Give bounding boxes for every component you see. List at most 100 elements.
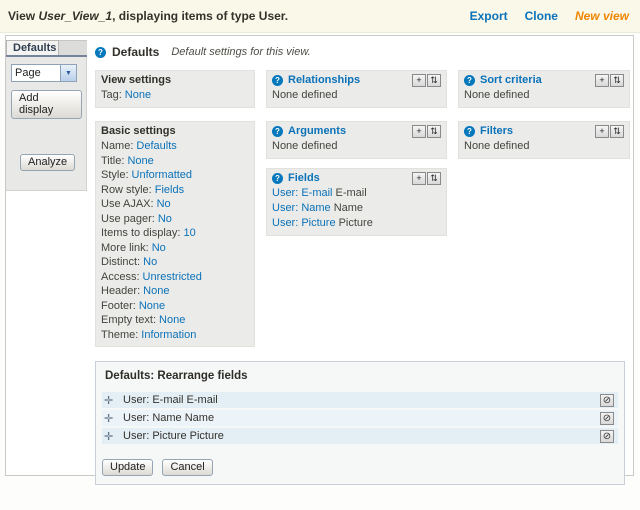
setting-label: Empty text: bbox=[101, 314, 157, 326]
field-link[interactable]: User: Name bbox=[272, 202, 331, 214]
add-display-button[interactable]: Add display bbox=[11, 90, 82, 119]
setting-label: Footer: bbox=[101, 299, 136, 312]
setting-value-link[interactable]: No bbox=[143, 256, 157, 268]
defaults-heading-row: ? Defaults Default settings for this vie… bbox=[95, 45, 625, 59]
fields-box: ? Fields + ⇅ User: E-mail E-mail User: Na… bbox=[266, 168, 447, 236]
rearrange-row-label: User: E-mail E-mail bbox=[123, 394, 218, 406]
setting-value-link[interactable]: None bbox=[127, 155, 153, 167]
fields-title-link[interactable]: Fields bbox=[288, 171, 320, 186]
settings-row-2: Basic settings Name: Defaults Title: None … bbox=[95, 121, 630, 347]
setting-value-link[interactable]: Fields bbox=[155, 184, 184, 196]
rearrange-icon[interactable]: ⇅ bbox=[427, 125, 441, 138]
table-row: ✛ User: Picture Picture ⊘ bbox=[102, 428, 618, 444]
views-edit-container: Defaults Page ▼ Add display Analyze ? De… bbox=[5, 35, 634, 485]
export-link[interactable]: Export bbox=[470, 9, 508, 23]
help-icon[interactable]: ? bbox=[272, 173, 283, 184]
setting-value-link[interactable]: No bbox=[157, 198, 171, 210]
view-name: User_View_1 bbox=[38, 9, 113, 23]
field-link[interactable]: User: E-mail bbox=[272, 187, 333, 199]
fields-header: ? Fields + ⇅ bbox=[272, 171, 441, 186]
basic-settings-title: Basic settings bbox=[101, 125, 176, 137]
setting-value-link[interactable]: Unformatted bbox=[132, 169, 193, 181]
title-suffix: , displaying items of type User. bbox=[112, 9, 289, 23]
setting-row: Items to display: 10 bbox=[101, 226, 249, 241]
rearrange-row-label: User: Picture Picture bbox=[123, 430, 224, 442]
help-icon[interactable]: ? bbox=[464, 126, 475, 137]
setting-row: Use pager: No bbox=[101, 212, 249, 227]
help-icon[interactable]: ? bbox=[95, 46, 106, 58]
clone-link[interactable]: Clone bbox=[525, 9, 558, 23]
setting-value-link[interactable]: 10 bbox=[183, 227, 195, 239]
table-row: ✛ User: Name Name ⊘ bbox=[102, 410, 618, 426]
rearrange-icon[interactable]: ⇅ bbox=[610, 74, 624, 87]
setting-label: Style: bbox=[101, 169, 129, 181]
relationships-ops: + ⇅ bbox=[412, 74, 441, 87]
filters-ops: + ⇅ bbox=[595, 125, 624, 138]
setting-value-link[interactable]: No bbox=[158, 213, 172, 225]
rearrange-icon[interactable]: ⇅ bbox=[427, 74, 441, 87]
help-icon[interactable]: ? bbox=[272, 75, 283, 86]
filters-title-link[interactable]: Filters bbox=[480, 124, 513, 139]
setting-row: Tag: None bbox=[101, 88, 249, 103]
drag-handle-icon[interactable]: ✛ bbox=[104, 412, 119, 425]
setting-label: Distinct: bbox=[101, 256, 141, 268]
arguments-title-link[interactable]: Arguments bbox=[288, 124, 346, 139]
tab-defaults[interactable]: Defaults bbox=[6, 40, 59, 55]
add-icon[interactable]: + bbox=[412, 74, 426, 87]
rearrange-icon[interactable]: ⇅ bbox=[427, 172, 441, 185]
help-icon[interactable]: ? bbox=[464, 75, 475, 86]
setting-value-link[interactable]: None bbox=[159, 314, 185, 326]
setting-row: Empty text: None bbox=[101, 313, 249, 328]
rearrange-row-label: User: Name Name bbox=[123, 412, 215, 424]
display-sidebar: Defaults Page ▼ Add display Analyze bbox=[6, 36, 87, 475]
filters-empty-text: None defined bbox=[464, 140, 530, 152]
dropdown-arrow-icon[interactable]: ▼ bbox=[60, 65, 76, 81]
header-actions: Export Clone New view bbox=[470, 9, 640, 23]
setting-value-link[interactable]: None bbox=[125, 89, 151, 101]
remove-icon[interactable]: ⊘ bbox=[600, 411, 614, 425]
table-row: ✛ User: E-mail E-mail ⊘ bbox=[102, 392, 618, 408]
setting-row: Access: Unrestricted bbox=[101, 270, 249, 285]
relationships-header: ? Relationships + ⇅ bbox=[272, 73, 441, 88]
rearrange-icon[interactable]: ⇅ bbox=[610, 125, 624, 138]
add-icon[interactable]: + bbox=[595, 74, 609, 87]
defaults-subtitle: Default settings for this view. bbox=[171, 46, 311, 58]
setting-value-link[interactable]: Defaults bbox=[136, 140, 176, 152]
setting-value-link[interactable]: Unrestricted bbox=[143, 271, 202, 283]
setting-label: Name: bbox=[101, 140, 134, 152]
setting-label: Row style: bbox=[101, 183, 152, 196]
arguments-empty-text: None defined bbox=[272, 140, 338, 152]
drag-handle-icon[interactable]: ✛ bbox=[104, 430, 119, 443]
drag-handle-icon[interactable]: ✛ bbox=[104, 394, 119, 407]
add-icon[interactable]: + bbox=[412, 172, 426, 185]
remove-icon[interactable]: ⊘ bbox=[600, 393, 614, 407]
fields-ops: + ⇅ bbox=[412, 172, 441, 185]
display-settings-content: ? Defaults Default settings for this vie… bbox=[87, 36, 633, 485]
setting-value-link[interactable]: No bbox=[152, 242, 166, 254]
setting-row: Use AJAX: No bbox=[101, 197, 249, 212]
add-icon[interactable]: + bbox=[412, 125, 426, 138]
setting-value-link[interactable]: None bbox=[139, 300, 165, 312]
arguments-header: ? Arguments + ⇅ bbox=[272, 124, 441, 139]
cancel-button[interactable]: Cancel bbox=[162, 459, 213, 476]
setting-value-link[interactable]: None bbox=[143, 285, 169, 297]
add-icon[interactable]: + bbox=[595, 125, 609, 138]
relationships-box: ? Relationships + ⇅ None defined bbox=[266, 70, 447, 108]
setting-row: Row style: Fields bbox=[101, 183, 249, 198]
rearrange-rows: ✛ User: E-mail E-mail ⊘ ✛ User: Name Nam… bbox=[102, 392, 618, 444]
page-title: View User_View_1, displaying items of ty… bbox=[0, 9, 288, 23]
setting-value-link[interactable]: Information bbox=[141, 329, 196, 341]
sort-criteria-box: ? Sort criteria + ⇅ None defined bbox=[458, 70, 630, 108]
help-icon[interactable]: ? bbox=[272, 126, 283, 137]
tab-bar-filler bbox=[59, 40, 87, 55]
sort-criteria-ops: + ⇅ bbox=[595, 74, 624, 87]
display-type-select[interactable]: Page ▼ bbox=[11, 64, 77, 82]
field-link[interactable]: User: Picture bbox=[272, 217, 336, 229]
setting-label: Use pager: bbox=[101, 212, 155, 225]
analyze-button[interactable]: Analyze bbox=[20, 154, 76, 171]
relationships-title-link[interactable]: Relationships bbox=[288, 73, 360, 88]
remove-icon[interactable]: ⊘ bbox=[600, 429, 614, 443]
new-view-link[interactable]: New view bbox=[575, 9, 629, 23]
sort-criteria-title-link[interactable]: Sort criteria bbox=[480, 73, 542, 88]
update-button[interactable]: Update bbox=[102, 459, 154, 476]
